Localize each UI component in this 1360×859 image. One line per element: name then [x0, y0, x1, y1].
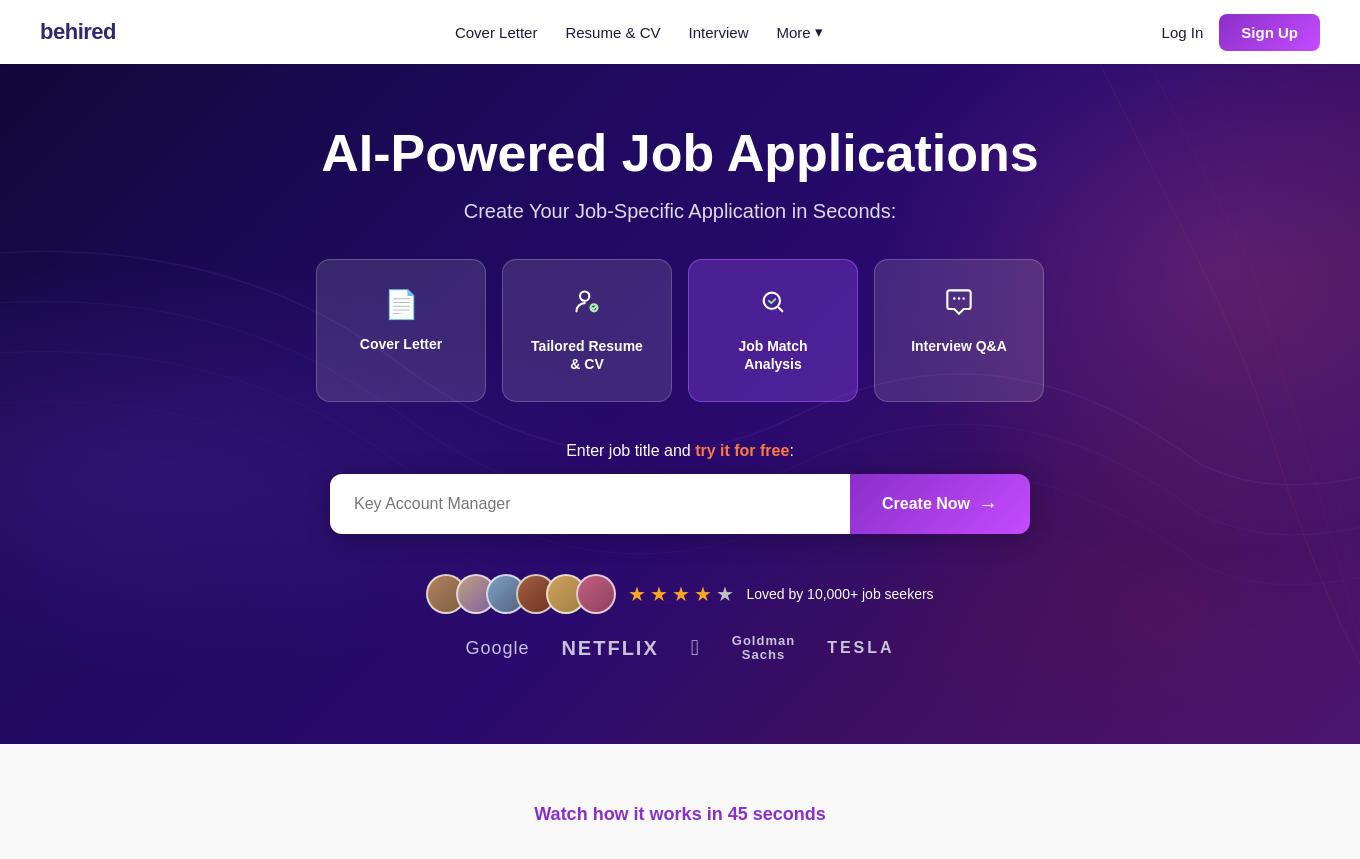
chevron-down-icon: ▾ [815, 23, 823, 41]
star-icon: ★ [716, 582, 734, 606]
feature-card-cover-letter[interactable]: 📄 Cover Letter [316, 259, 486, 402]
google-logo: Google [465, 638, 529, 659]
avatar-group [426, 574, 616, 614]
job-title-input[interactable] [330, 474, 850, 534]
star-icon: ★ [672, 582, 690, 606]
social-proof: ★ ★ ★ ★ ★ Loved by 10,000+ job seekers G… [20, 574, 1340, 663]
feature-cards: 📄 Cover Letter Tailored Resume & CV [20, 259, 1340, 402]
cover-letter-label: Cover Letter [360, 335, 442, 353]
cover-letter-icon: 📄 [384, 288, 419, 321]
job-match-label: Job Match Analysis [711, 337, 835, 373]
feature-card-interview-qa[interactable]: Interview Q&A [874, 259, 1044, 402]
star-icon: ★ [628, 582, 646, 606]
social-proof-text: Loved by 10,000+ job seekers [746, 586, 933, 602]
apple-logo:  [691, 635, 700, 661]
nav-interview[interactable]: Interview [688, 24, 748, 41]
hero-subtitle: Create Your Job-Specific Application in … [20, 200, 1340, 223]
star-icon: ★ [694, 582, 712, 606]
nav-more[interactable]: More ▾ [777, 23, 823, 41]
svg-point-2 [764, 292, 780, 308]
company-logos: Google NETFLIX  Goldman Sachs TESLA [465, 634, 894, 663]
hero-headline: AI-Powered Job Applications [20, 124, 1340, 184]
create-now-label: Create Now [882, 495, 970, 513]
watch-how-it-works-link[interactable]: Watch how it works in 45 seconds [534, 804, 825, 824]
login-button[interactable]: Log In [1162, 24, 1204, 41]
search-bar: Create Now → [330, 474, 1030, 534]
below-hero-section: Watch how it works in 45 seconds [0, 744, 1360, 859]
tailored-resume-icon [573, 288, 601, 323]
logo[interactable]: behired [40, 19, 116, 45]
netflix-logo: NETFLIX [561, 637, 658, 660]
star-icon: ★ [650, 582, 668, 606]
interview-qa-label: Interview Q&A [911, 337, 1007, 355]
arrow-right-icon: → [978, 493, 998, 516]
search-section: Enter job title and try it for free: Cre… [20, 442, 1340, 534]
nav-links: Cover Letter Resume & CV Interview More … [455, 23, 823, 41]
nav-resume-cv[interactable]: Resume & CV [565, 24, 660, 41]
tesla-logo: TESLA [827, 639, 894, 657]
hero-section: AI-Powered Job Applications Create Your … [0, 64, 1360, 744]
feature-card-tailored-resume[interactable]: Tailored Resume & CV [502, 259, 672, 402]
tailored-resume-label: Tailored Resume & CV [525, 337, 649, 373]
navigation: behired Cover Letter Resume & CV Intervi… [0, 0, 1360, 64]
logo-text: behired [40, 19, 116, 44]
job-match-icon [759, 288, 787, 323]
search-label: Enter job title and try it for free: [20, 442, 1340, 460]
feature-card-job-match[interactable]: Job Match Analysis [688, 259, 858, 402]
nav-right: Log In Sign Up [1162, 14, 1320, 51]
avatar [576, 574, 616, 614]
goldman-logo: Goldman Sachs [732, 634, 795, 663]
star-rating: ★ ★ ★ ★ ★ [628, 582, 734, 606]
signup-button[interactable]: Sign Up [1219, 14, 1320, 51]
nav-cover-letter[interactable]: Cover Letter [455, 24, 538, 41]
interview-qa-icon [945, 288, 973, 323]
svg-point-0 [580, 291, 589, 300]
proof-row: ★ ★ ★ ★ ★ Loved by 10,000+ job seekers [426, 574, 933, 614]
create-now-button[interactable]: Create Now → [850, 474, 1030, 534]
